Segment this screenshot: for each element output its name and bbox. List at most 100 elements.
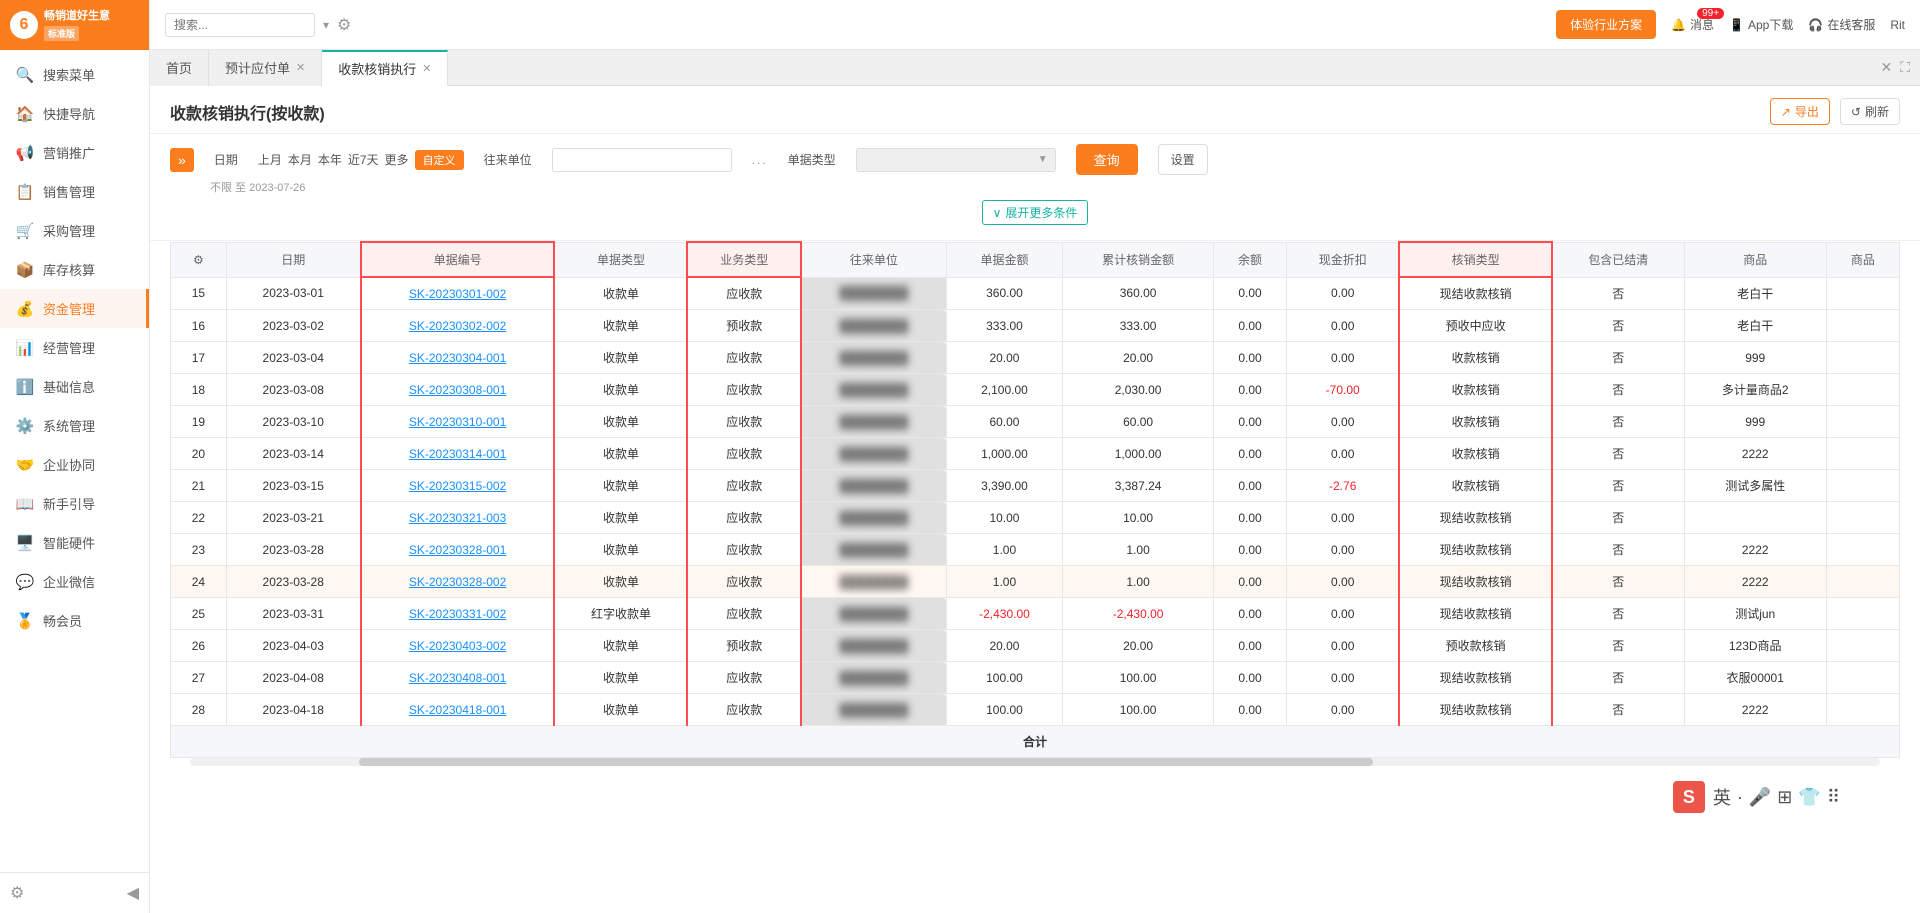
- sidebar-item-hardware-label: 智能硬件: [43, 533, 95, 552]
- dropdown-arrow-icon: ▾: [323, 18, 329, 32]
- tabs-actions: ✕ ⛶: [1870, 59, 1920, 76]
- table-footer-row: 合计: [171, 726, 1900, 758]
- topbar-search-input[interactable]: [165, 13, 315, 37]
- sidebar-item-operations-label: 经营管理: [43, 338, 95, 357]
- collapse-sidebar-icon[interactable]: ◀: [127, 883, 139, 903]
- th-company: 往来单位: [801, 242, 946, 277]
- watermark-icons: 英 · 🎤 ⊞ 👕 ⠿: [1713, 784, 1840, 810]
- sidebar-item-basic[interactable]: ℹ️ 基础信息: [0, 367, 149, 406]
- sidebar-item-inventory[interactable]: 📦 库存核算: [0, 250, 149, 289]
- tab-prepay[interactable]: 预计应付单 ✕: [209, 50, 322, 86]
- date-range-row: 不限 至 2023-07-26: [170, 179, 1900, 195]
- settings-bottom-icon[interactable]: ⚙: [10, 883, 24, 903]
- inventory-icon: 📦: [15, 261, 35, 279]
- table-row: 192023-03-10SK-20230310-001收款单应收款███████…: [171, 406, 1900, 438]
- company-filter-label: 往来单位: [484, 151, 532, 168]
- table-row: 262023-04-03SK-20230403-002收款单预收款███████…: [171, 630, 1900, 662]
- sidebar-item-search-label: 搜索菜单: [43, 65, 95, 84]
- table-row: 202023-03-14SK-20230314-001收款单应收款███████…: [171, 438, 1900, 470]
- system-icon: ⚙️: [15, 417, 35, 435]
- tab-home[interactable]: 首页: [150, 50, 209, 86]
- tab-receipt[interactable]: 收款核销执行 ✕: [322, 50, 448, 86]
- export-label: 导出: [1795, 103, 1819, 120]
- date-more[interactable]: 更多: [385, 151, 409, 168]
- date-this-year[interactable]: 本年: [318, 151, 342, 168]
- sidebar-item-wechat[interactable]: 💬 企业微信: [0, 562, 149, 601]
- date-7days[interactable]: 近7天: [348, 151, 379, 168]
- filter-dots: ...: [752, 153, 768, 167]
- doc-type-filter-label: 单据类型: [788, 151, 836, 168]
- th-biz-type: 业务类型: [687, 242, 801, 277]
- tab-prepay-close-icon[interactable]: ✕: [296, 61, 305, 74]
- topbar: ▾ ⚙ 体验行业方案 🔔 消息 99+ 📱 App下载 🎧 在线客服 Rit: [150, 0, 1920, 50]
- sidebar-item-quick-label: 快捷导航: [43, 104, 95, 123]
- th-verify-type: 核销类型: [1399, 242, 1552, 277]
- filter-row-main: » 日期 上月 本月 本年 近7天 更多 自定义 往来单位 ... 单据类型: [170, 144, 1900, 175]
- watermark-s-logo: S: [1673, 781, 1705, 813]
- filter-settings-button[interactable]: 设置: [1158, 144, 1208, 175]
- close-tab-icon[interactable]: ✕: [1880, 59, 1892, 76]
- doc-type-select-wrap: [856, 148, 1056, 172]
- table-row: 252023-03-31SK-20230331-002红字收款单应收款█████…: [171, 598, 1900, 630]
- sidebar-item-search[interactable]: 🔍 搜索菜单: [0, 55, 149, 94]
- watermark-mic-icon: 🎤: [1749, 787, 1771, 808]
- tab-receipt-close-icon[interactable]: ✕: [422, 62, 431, 75]
- main-content: ▾ ⚙ 体验行业方案 🔔 消息 99+ 📱 App下载 🎧 在线客服 Rit: [150, 0, 1920, 913]
- doc-type-select[interactable]: [856, 148, 1056, 172]
- refresh-button[interactable]: ↺ 刷新: [1840, 98, 1900, 125]
- sidebar-item-marketing[interactable]: 📢 营销推广: [0, 133, 149, 172]
- app-download-button[interactable]: 📱 App下载: [1729, 16, 1793, 33]
- sidebar-bottom: ⚙ ◀: [0, 872, 149, 913]
- scrollbar-thumb[interactable]: [359, 758, 1373, 766]
- sidebar-item-finance-label: 资金管理: [43, 299, 95, 318]
- sidebar-item-guide[interactable]: 📖 新手引导: [0, 484, 149, 523]
- company-filter-input[interactable]: [552, 148, 732, 172]
- query-button[interactable]: 查询: [1076, 144, 1138, 175]
- sidebar-item-operations[interactable]: 📊 经营管理: [0, 328, 149, 367]
- topbar-gear-icon[interactable]: ⚙: [337, 15, 351, 35]
- date-this-month[interactable]: 本月: [288, 151, 312, 168]
- online-service-button[interactable]: 🎧 在线客服: [1808, 16, 1875, 33]
- tab-receipt-label: 收款核销执行: [338, 59, 416, 78]
- filter-toggle-button[interactable]: »: [170, 148, 194, 172]
- sales-icon: 📋: [15, 183, 35, 201]
- page-header: 收款核销执行(按收款) ↗ 导出 ↺ 刷新: [150, 86, 1920, 134]
- corp-icon: 🤝: [15, 456, 35, 474]
- sidebar-item-sales[interactable]: 📋 销售管理: [0, 172, 149, 211]
- export-button[interactable]: ↗ 导出: [1770, 98, 1830, 125]
- expand-conditions-button[interactable]: ∨ 展开更多条件: [982, 200, 1089, 225]
- date-custom-button[interactable]: 自定义: [415, 150, 464, 170]
- page-header-actions: ↗ 导出 ↺ 刷新: [1770, 98, 1900, 125]
- date-last-month[interactable]: 上月: [258, 151, 282, 168]
- messages-button[interactable]: 🔔 消息 99+: [1671, 16, 1714, 33]
- th-product2: 商品: [1826, 242, 1899, 277]
- sidebar-item-system[interactable]: ⚙️ 系统管理: [0, 406, 149, 445]
- date-filter-label: 日期: [214, 151, 238, 168]
- sidebar-item-quick[interactable]: 🏠 快捷导航: [0, 94, 149, 133]
- app-version: 标准版: [44, 26, 79, 41]
- app-logo-icon: 6: [10, 11, 38, 39]
- th-settings[interactable]: ⚙: [171, 242, 227, 277]
- sidebar-item-finance[interactable]: 💰 资金管理: [0, 289, 149, 328]
- table-row: 242023-03-28SK-20230328-002收款单应收款███████…: [171, 566, 1900, 598]
- sidebar-item-corp[interactable]: 🤝 企业协同: [0, 445, 149, 484]
- refresh-label: 刷新: [1865, 103, 1889, 120]
- horizontal-scrollbar[interactable]: [190, 758, 1880, 766]
- sidebar-item-corp-label: 企业协同: [43, 455, 95, 474]
- sidebar-logo: 6 畅销道好生意 标准版: [0, 0, 149, 50]
- sidebar-item-purchase[interactable]: 🛒 采购管理: [0, 211, 149, 250]
- sidebar: 6 畅销道好生意 标准版 🔍 搜索菜单 🏠 快捷导航 📢 营销推广 📋 销售管理…: [0, 0, 150, 913]
- sidebar-item-system-label: 系统管理: [43, 416, 95, 435]
- maximize-tab-icon[interactable]: ⛶: [1900, 59, 1910, 76]
- sidebar-item-hardware[interactable]: 🖥️ 智能硬件: [0, 523, 149, 562]
- sidebar-item-guide-label: 新手引导: [43, 494, 95, 513]
- user-avatar[interactable]: Rit: [1890, 18, 1905, 32]
- table-row: 172023-03-04SK-20230304-001收款单应收款███████…: [171, 342, 1900, 374]
- table-row: 232023-03-28SK-20230328-001收款单应收款███████…: [171, 534, 1900, 566]
- service-label: 在线客服: [1827, 16, 1875, 33]
- data-table-wrap: ⚙ 日期 单据编号 单据类型 业务类型 往来单位 单据金额 累计核销金额 余额 …: [150, 241, 1920, 913]
- industry-solution-button[interactable]: 体验行业方案: [1556, 10, 1656, 39]
- table-header-row: ⚙ 日期 单据编号 单据类型 业务类型 往来单位 单据金额 累计核销金额 余额 …: [171, 242, 1900, 277]
- sidebar-item-member[interactable]: 🏅 畅会员: [0, 601, 149, 640]
- refresh-icon: ↺: [1851, 105, 1861, 119]
